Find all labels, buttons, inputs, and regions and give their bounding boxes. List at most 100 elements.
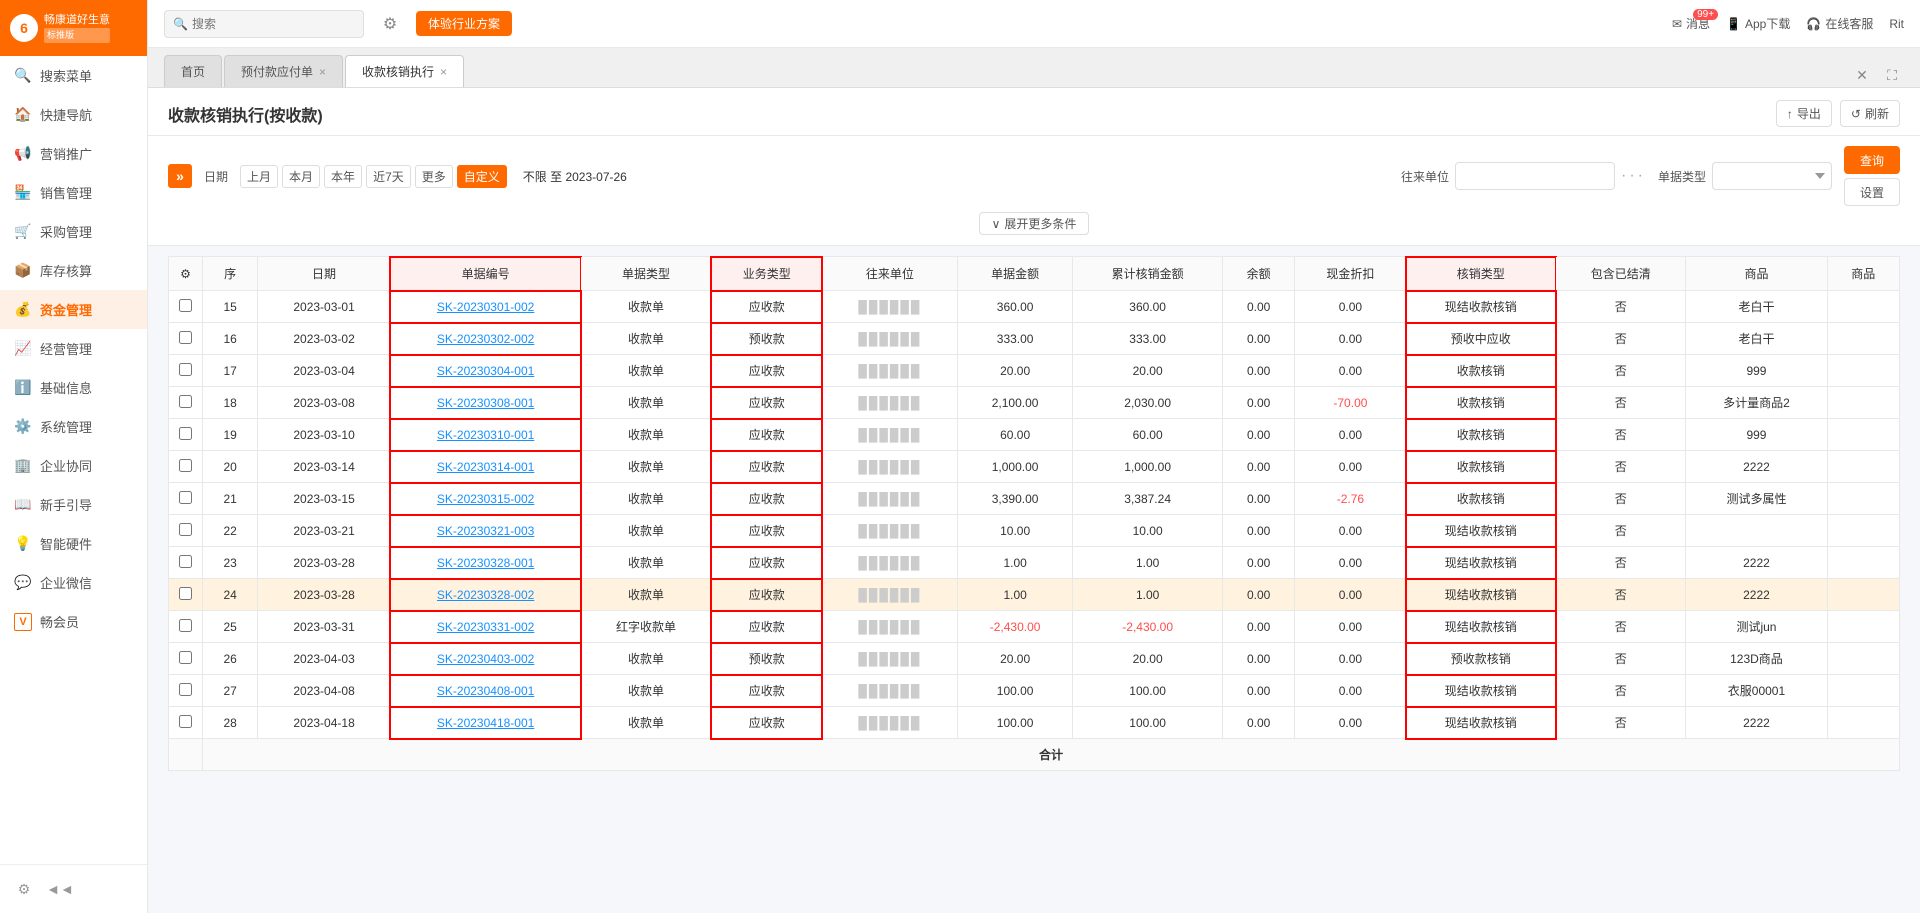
cell-bill-no[interactable]: SK-20230310-001 <box>390 419 581 451</box>
cell-checkbox[interactable] <box>169 419 203 451</box>
export-button[interactable]: ↑ 导出 <box>1776 100 1832 127</box>
cell-checkbox[interactable] <box>169 547 203 579</box>
cell-bill-no[interactable]: SK-20230331-002 <box>390 611 581 643</box>
sidebar-item-member[interactable]: V 畅会员 <box>0 602 147 641</box>
date-btn-this-year[interactable]: 本年 <box>324 165 362 188</box>
cell-checkbox[interactable] <box>169 483 203 515</box>
cell-checkbox[interactable] <box>169 579 203 611</box>
bill-no-link[interactable]: SK-20230328-001 <box>437 556 534 570</box>
sidebar-item-finance[interactable]: 💰 资金管理 <box>0 290 147 329</box>
cell-bill-no[interactable]: SK-20230315-002 <box>390 483 581 515</box>
cell-bill-no[interactable]: SK-20230328-001 <box>390 547 581 579</box>
date-btn-7days[interactable]: 近7天 <box>366 165 411 188</box>
sidebar-collapse-btn[interactable]: ◄◄ <box>46 875 74 903</box>
sidebar-item-search[interactable]: 🔍 搜索菜单 <box>0 56 147 95</box>
sidebar-item-guide[interactable]: 📖 新手引导 <box>0 485 147 524</box>
bill-no-link[interactable]: SK-20230302-002 <box>437 332 534 346</box>
tab-home[interactable]: 首页 <box>164 55 222 87</box>
cell-balance: 0.00 <box>1222 707 1294 739</box>
sidebar-item-basicinfo[interactable]: ℹ️ 基础信息 <box>0 368 147 407</box>
sidebar-item-sales[interactable]: 🏪 销售管理 <box>0 173 147 212</box>
table-footer-row: 合计 <box>169 739 1900 771</box>
table-container[interactable]: ⚙ 序 日期 单据编号 单据类型 业务类型 往来单位 单据金额 累计核销金额 余… <box>148 246 1920 913</box>
cell-bill-no[interactable]: SK-20230403-002 <box>390 643 581 675</box>
bill-no-link[interactable]: SK-20230321-003 <box>437 524 534 538</box>
cell-bill-no[interactable]: SK-20230302-002 <box>390 323 581 355</box>
filter-expand-button[interactable]: » <box>168 164 192 188</box>
tab-close-all-btn[interactable]: ✕ <box>1850 63 1874 87</box>
search-input[interactable] <box>192 17 355 31</box>
cell-bill-no[interactable]: SK-20230408-001 <box>390 675 581 707</box>
bill-no-link[interactable]: SK-20230418-001 <box>437 716 534 730</box>
guide-icon: 📖 <box>14 496 32 514</box>
cell-checkbox[interactable] <box>169 675 203 707</box>
sidebar-item-enterprise[interactable]: 🏢 企业协同 <box>0 446 147 485</box>
cell-checkbox[interactable] <box>169 387 203 419</box>
bill-no-link[interactable]: SK-20230315-002 <box>437 492 534 506</box>
bill-no-link[interactable]: SK-20230308-001 <box>437 396 534 410</box>
bill-no-link[interactable]: SK-20230331-002 <box>437 620 534 634</box>
tab-collection-close[interactable]: × <box>440 65 447 79</box>
topbar-search-box[interactable]: 🔍 <box>164 10 364 38</box>
date-btn-this-month[interactable]: 本月 <box>282 165 320 188</box>
sidebar-item-smarthw[interactable]: 💡 智能硬件 <box>0 524 147 563</box>
cell-checkbox[interactable] <box>169 611 203 643</box>
cell-bill-type: 收款单 <box>581 707 711 739</box>
bill-no-link[interactable]: SK-20230304-001 <box>437 364 534 378</box>
th-settings[interactable]: ⚙ <box>169 257 203 291</box>
cell-bill-no[interactable]: SK-20230304-001 <box>390 355 581 387</box>
tab-expand-btn[interactable]: ⛶ <box>1880 63 1904 87</box>
cell-checkbox[interactable] <box>169 515 203 547</box>
messages-button[interactable]: ✉ 消息 99+ <box>1672 15 1710 32</box>
cell-product2 <box>1827 419 1900 451</box>
cell-bill-no[interactable]: SK-20230314-001 <box>390 451 581 483</box>
date-btn-more[interactable]: 更多 <box>415 165 453 188</box>
query-button[interactable]: 查询 <box>1844 146 1900 174</box>
date-btn-last-month[interactable]: 上月 <box>240 165 278 188</box>
filter-settings-button[interactable]: 设置 <box>1844 178 1900 206</box>
cell-bill-no[interactable]: SK-20230321-003 <box>390 515 581 547</box>
cell-bill-no[interactable]: SK-20230301-002 <box>390 291 581 323</box>
online-service-button[interactable]: 🎧 在线客服 <box>1806 15 1873 32</box>
cell-bill-no[interactable]: SK-20230308-001 <box>390 387 581 419</box>
cell-checkbox[interactable] <box>169 451 203 483</box>
tabs-bar: 首页 预付款应付单 × 收款核销执行 × ✕ ⛶ <box>148 48 1920 88</box>
sidebar-item-purchase[interactable]: 🛒 采购管理 <box>0 212 147 251</box>
tab-prepay[interactable]: 预付款应付单 × <box>224 55 343 87</box>
cell-checkbox[interactable] <box>169 643 203 675</box>
cell-checkbox[interactable] <box>169 323 203 355</box>
cell-checkbox[interactable] <box>169 355 203 387</box>
cell-product: 2222 <box>1686 547 1827 579</box>
tab-prepay-close[interactable]: × <box>319 65 326 79</box>
bill-no-link[interactable]: SK-20230328-002 <box>437 588 534 602</box>
cell-bill-no[interactable]: SK-20230418-001 <box>390 707 581 739</box>
footer-label: 合计 <box>203 739 1900 771</box>
expand-more-button[interactable]: ∨ 展开更多条件 <box>979 212 1090 235</box>
solution-button[interactable]: 体验行业方案 <box>416 11 512 36</box>
messages-badge: 99+ <box>1693 9 1718 20</box>
partner-input[interactable] <box>1455 162 1615 190</box>
sidebar-item-marketing[interactable]: 📢 营销推广 <box>0 134 147 173</box>
bill-no-link[interactable]: SK-20230314-001 <box>437 460 534 474</box>
sidebar-item-operations[interactable]: 📈 经营管理 <box>0 329 147 368</box>
settings-gear-icon[interactable]: ⚙ <box>376 10 404 38</box>
app-download-button[interactable]: 📱 App下载 <box>1726 15 1790 32</box>
sidebar-item-inventory[interactable]: 📦 库存核算 <box>0 251 147 290</box>
refresh-button[interactable]: ↺ 刷新 <box>1840 100 1900 127</box>
sidebar-item-wechat[interactable]: 💬 企业微信 <box>0 563 147 602</box>
cell-checkbox[interactable] <box>169 707 203 739</box>
bill-type-select[interactable] <box>1712 162 1832 190</box>
cell-checkbox[interactable] <box>169 291 203 323</box>
cell-bill-amount: 2,100.00 <box>957 387 1072 419</box>
sidebar-item-quicknav[interactable]: 🏠 快捷导航 <box>0 95 147 134</box>
bill-no-link[interactable]: SK-20230408-001 <box>437 684 534 698</box>
bill-no-link[interactable]: SK-20230301-002 <box>437 300 534 314</box>
sidebar-item-system[interactable]: ⚙️ 系统管理 <box>0 407 147 446</box>
sidebar-settings-btn[interactable]: ⚙ <box>10 875 38 903</box>
bill-no-link[interactable]: SK-20230310-001 <box>437 428 534 442</box>
tab-collection[interactable]: 收款核销执行 × <box>345 55 464 87</box>
cell-biz-type: 应收款 <box>711 579 822 611</box>
date-btn-custom[interactable]: 自定义 <box>457 165 507 188</box>
cell-bill-no[interactable]: SK-20230328-002 <box>390 579 581 611</box>
bill-no-link[interactable]: SK-20230403-002 <box>437 652 534 666</box>
